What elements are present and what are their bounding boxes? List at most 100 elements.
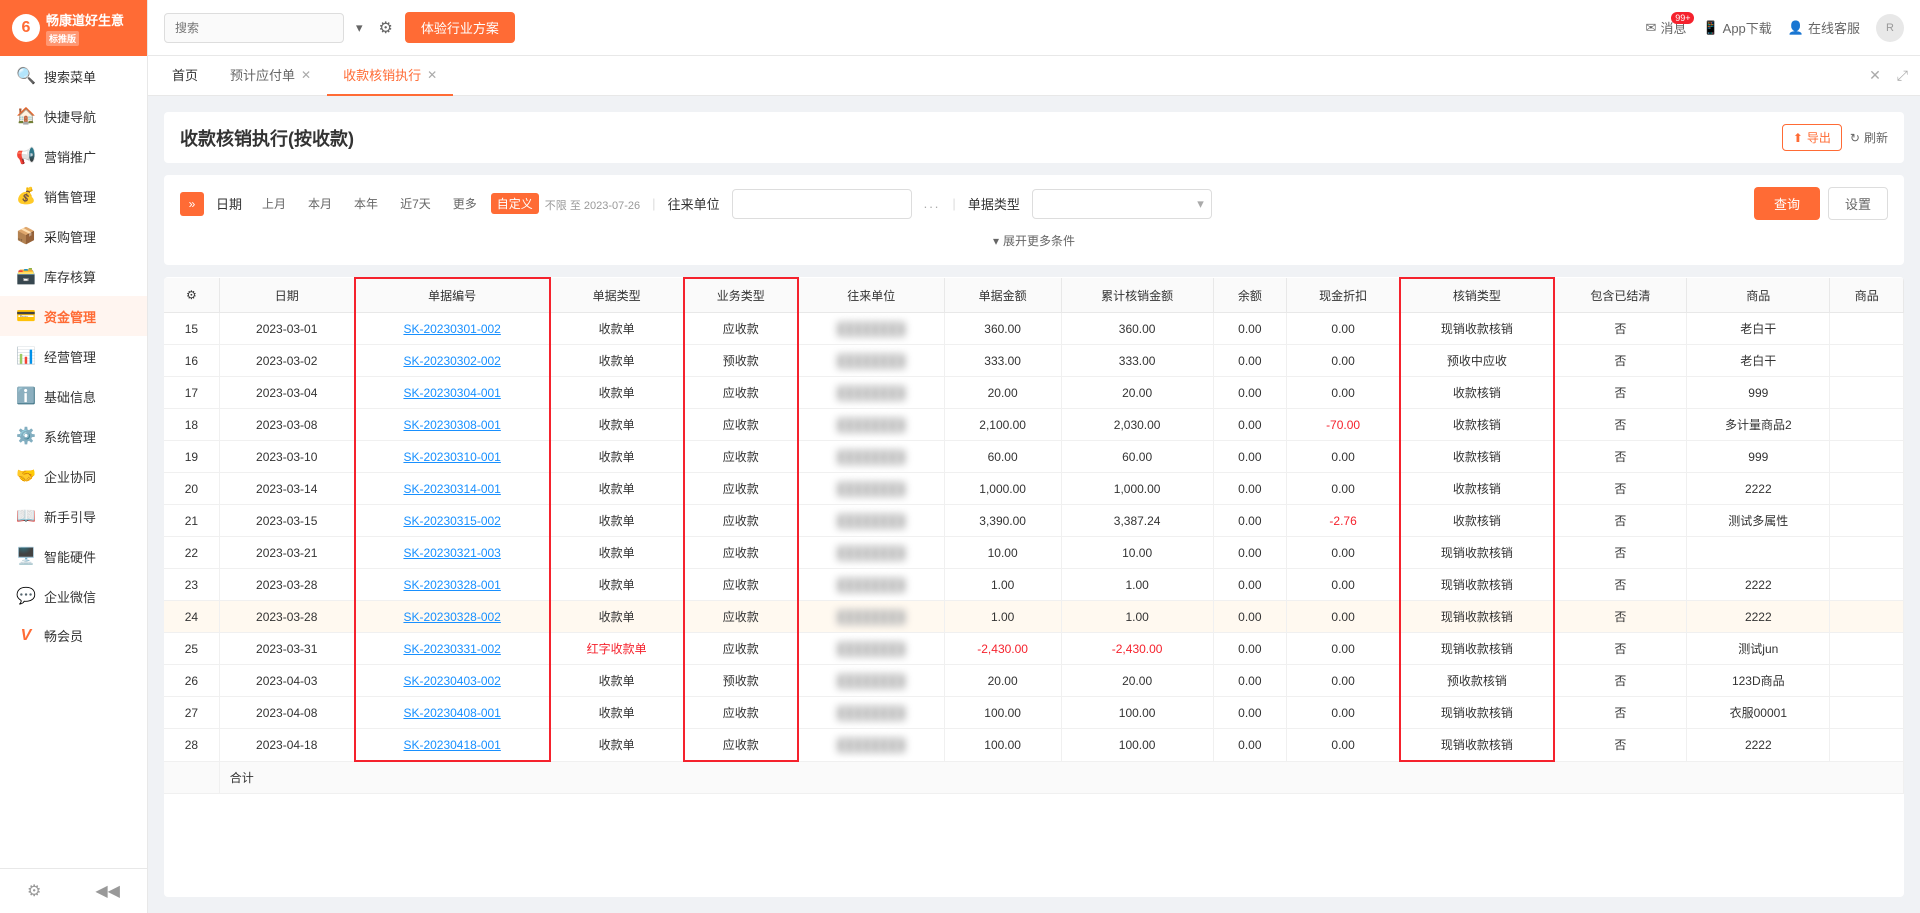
td-order-no[interactable]: SK-20230328-002 bbox=[355, 601, 550, 633]
export-button[interactable]: ⬆ 导出 bbox=[1782, 124, 1842, 151]
sidebar-item-sales[interactable]: 💰 销售管理 bbox=[0, 176, 147, 216]
td-order-no[interactable]: SK-20230408-001 bbox=[355, 697, 550, 729]
filter-date-last-month[interactable]: 上月 bbox=[254, 193, 294, 214]
sidebar-item-enterprise[interactable]: 🤝 企业协同 bbox=[0, 456, 147, 496]
table-row: 242023-03-28SK-20230328-002收款单应收款███████… bbox=[164, 601, 1904, 633]
sidebar-item-inventory[interactable]: 🗃️ 库存核算 bbox=[0, 256, 147, 296]
td-verify-type: 现销收款核销 bbox=[1400, 601, 1554, 633]
td-cash-discount: 0.00 bbox=[1287, 601, 1401, 633]
app-download-button[interactable]: 📱 App下载 bbox=[1702, 18, 1771, 37]
td-biz-type: 应收款 bbox=[684, 537, 798, 569]
filter-date-7days[interactable]: 近7天 bbox=[392, 193, 439, 214]
td-order-no[interactable]: SK-20230302-002 bbox=[355, 345, 550, 377]
wechat-icon: 💬 bbox=[16, 586, 36, 606]
table-row: 202023-03-14SK-20230314-001收款单应收款███████… bbox=[164, 473, 1904, 505]
td-product: 老白干 bbox=[1687, 313, 1830, 345]
tab-prepay[interactable]: 预计应付单 ✕ bbox=[214, 56, 327, 96]
filter-setting-button[interactable]: 设置 bbox=[1828, 187, 1888, 220]
td-rownum: 20 bbox=[164, 473, 219, 505]
td-balance: 0.00 bbox=[1213, 601, 1287, 633]
sidebar-item-quicknav[interactable]: 🏠 快捷导航 bbox=[0, 96, 147, 136]
tab-close-all-icon[interactable]: ✕ bbox=[1865, 65, 1885, 86]
td-order-no[interactable]: SK-20230403-002 bbox=[355, 665, 550, 697]
td-rownum: 26 bbox=[164, 665, 219, 697]
tab-prepay-close[interactable]: ✕ bbox=[301, 68, 311, 82]
filter-date-this-year[interactable]: 本年 bbox=[346, 193, 386, 214]
sidebar-item-basic[interactable]: ℹ️ 基础信息 bbox=[0, 376, 147, 416]
td-verify-type: 收款核销 bbox=[1400, 473, 1554, 505]
td-order-no[interactable]: SK-20230331-002 bbox=[355, 633, 550, 665]
td-amount: -2,430.00 bbox=[944, 633, 1061, 665]
sidebar-item-guide[interactable]: 📖 新手引导 bbox=[0, 496, 147, 536]
td-date: 2023-03-10 bbox=[219, 441, 354, 473]
sidebar-item-purchase[interactable]: 📦 采购管理 bbox=[0, 216, 147, 256]
td-date: 2023-03-28 bbox=[219, 601, 354, 633]
sidebar-item-hardware[interactable]: 🖥️ 智能硬件 bbox=[0, 536, 147, 576]
td-biz-type: 应收款 bbox=[684, 729, 798, 762]
td-include-settled: 否 bbox=[1554, 537, 1687, 569]
td-partner: ████████ bbox=[798, 633, 944, 665]
tab-verify-close[interactable]: ✕ bbox=[427, 68, 437, 82]
topbar-dropdown[interactable]: ▾ bbox=[356, 20, 363, 36]
refresh-button[interactable]: ↻ 刷新 bbox=[1850, 124, 1888, 151]
sidebar-item-wechat[interactable]: 💬 企业微信 bbox=[0, 576, 147, 616]
inventory-icon: 🗃️ bbox=[16, 266, 36, 286]
settings-bottom-icon[interactable]: ⚙ bbox=[19, 877, 49, 905]
td-order-no[interactable]: SK-20230301-002 bbox=[355, 313, 550, 345]
filter-doc-type-select[interactable] bbox=[1032, 189, 1212, 219]
td-order-no[interactable]: SK-20230315-002 bbox=[355, 505, 550, 537]
td-cash-discount: 0.00 bbox=[1287, 313, 1401, 345]
sidebar-item-system[interactable]: ⚙️ 系统管理 bbox=[0, 416, 147, 456]
footer-label: 合计 bbox=[219, 761, 1903, 794]
topbar-right: ✉ 消息 99+ 📱 App下载 👤 在线客服 R bbox=[1646, 14, 1904, 42]
filter-actions: 查询 设置 bbox=[1754, 187, 1888, 220]
sidebar-item-finance[interactable]: 💳 资金管理 bbox=[0, 296, 147, 336]
sidebar-item-operations[interactable]: 📊 经营管理 bbox=[0, 336, 147, 376]
topbar-search-input[interactable] bbox=[164, 13, 344, 43]
td-partner: ████████ bbox=[798, 409, 944, 441]
td-order-no[interactable]: SK-20230310-001 bbox=[355, 441, 550, 473]
tab-home[interactable]: 首页 bbox=[156, 56, 214, 96]
filter-query-button[interactable]: 查询 bbox=[1754, 187, 1820, 220]
purchase-icon: 📦 bbox=[16, 226, 36, 246]
td-order-no[interactable]: SK-20230314-001 bbox=[355, 473, 550, 505]
sidebar-item-marketing[interactable]: 📢 营销推广 bbox=[0, 136, 147, 176]
td-balance: 0.00 bbox=[1213, 345, 1287, 377]
filter-expand-button[interactable]: » bbox=[180, 192, 204, 216]
sidebar-item-member[interactable]: V 畅会员 bbox=[0, 616, 147, 655]
tab-expand-icon[interactable]: ⤢ bbox=[1893, 65, 1912, 86]
filter-date-this-month[interactable]: 本月 bbox=[300, 193, 340, 214]
td-verify-type: 现销收款核销 bbox=[1400, 633, 1554, 665]
filter-date-more[interactable]: 更多 bbox=[445, 193, 485, 214]
user-avatar[interactable]: R bbox=[1876, 14, 1904, 42]
td-partner: ████████ bbox=[798, 729, 944, 762]
td-order-no[interactable]: SK-20230321-003 bbox=[355, 537, 550, 569]
topbar-gear-icon[interactable]: ⚙ bbox=[379, 18, 393, 38]
sidebar-label-wechat: 企业微信 bbox=[44, 587, 96, 606]
expand-more-button[interactable]: ▾ 展开更多条件 bbox=[985, 228, 1083, 253]
td-product-img bbox=[1830, 665, 1904, 697]
online-service-button[interactable]: 👤 在线客服 bbox=[1788, 18, 1860, 37]
solution-button[interactable]: 体验行业方案 bbox=[405, 12, 515, 43]
sidebar-item-search[interactable]: 🔍 搜索菜单 bbox=[0, 56, 147, 96]
tabs-actions: ✕ ⤢ bbox=[1865, 65, 1912, 86]
td-rownum: 16 bbox=[164, 345, 219, 377]
hardware-icon: 🖥️ bbox=[16, 546, 36, 566]
table-scroll[interactable]: ⚙ 日期 单据编号 单据类型 业务类型 往来单位 单据金额 累计核销金额 余额 … bbox=[164, 277, 1904, 897]
filter-partner-input[interactable] bbox=[732, 189, 912, 219]
td-rownum: 23 bbox=[164, 569, 219, 601]
td-order-no[interactable]: SK-20230308-001 bbox=[355, 409, 550, 441]
filter-date-custom[interactable]: 自定义 bbox=[491, 193, 539, 214]
data-table: ⚙ 日期 单据编号 单据类型 业务类型 往来单位 单据金额 累计核销金额 余额 … bbox=[164, 277, 1904, 794]
table-row: 232023-03-28SK-20230328-001收款单应收款███████… bbox=[164, 569, 1904, 601]
notification-button[interactable]: ✉ 消息 99+ bbox=[1646, 18, 1687, 37]
tab-verify[interactable]: 收款核销执行 ✕ bbox=[327, 56, 453, 96]
td-order-no[interactable]: SK-20230328-001 bbox=[355, 569, 550, 601]
td-order-no[interactable]: SK-20230304-001 bbox=[355, 377, 550, 409]
td-verify-type: 现销收款核销 bbox=[1400, 729, 1554, 762]
td-order-no[interactable]: SK-20230418-001 bbox=[355, 729, 550, 762]
sidebar-label-operations: 经营管理 bbox=[44, 347, 96, 366]
collapse-icon[interactable]: ◀◀ bbox=[87, 877, 128, 905]
td-balance: 0.00 bbox=[1213, 409, 1287, 441]
td-biz-type: 应收款 bbox=[684, 441, 798, 473]
